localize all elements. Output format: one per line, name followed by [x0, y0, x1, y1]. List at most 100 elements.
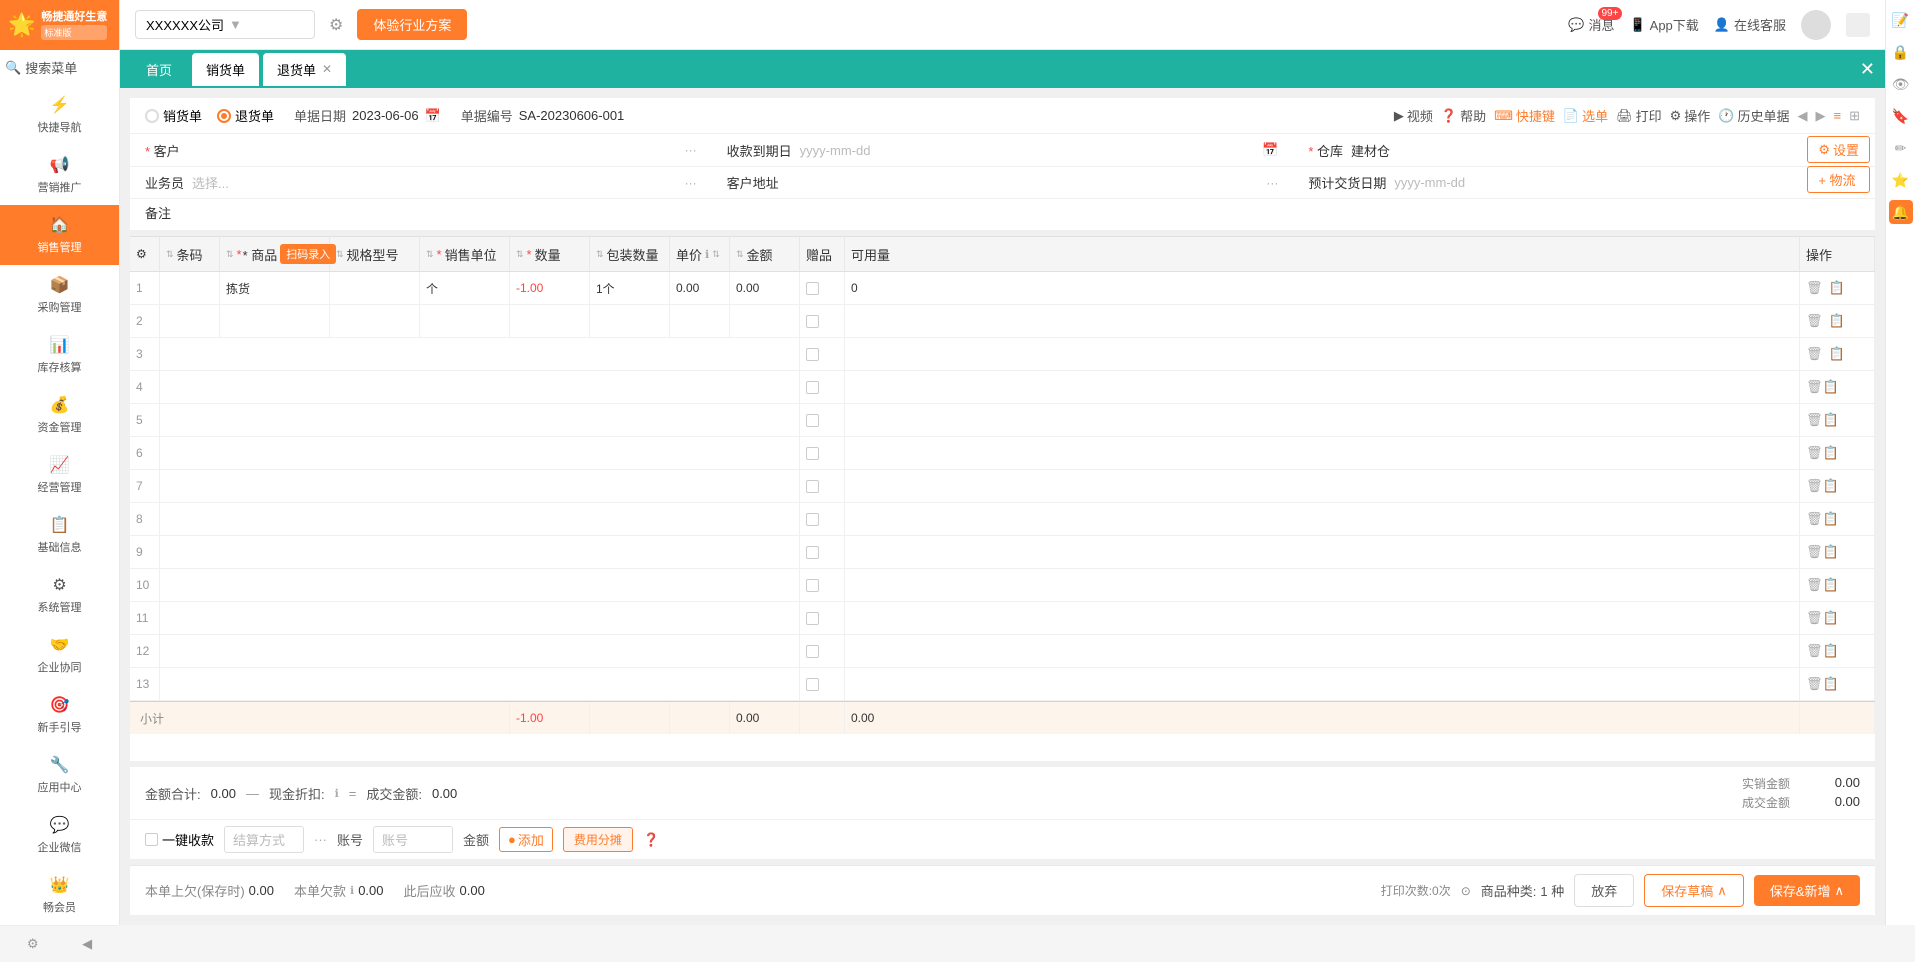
doc-number-value[interactable]: SA-20230606-001 — [519, 108, 625, 123]
help-btn[interactable]: ❓ 帮助 — [1441, 106, 1486, 125]
td-package-qty-1[interactable]: 1个 — [590, 272, 670, 304]
tab-sales[interactable]: 销货单 — [192, 53, 259, 86]
payment-due-input[interactable]: yyyy-mm-dd 📅 — [800, 142, 1279, 158]
td-amount-2[interactable] — [730, 305, 800, 337]
rp-bookmark-icon[interactable]: 🔖 — [1889, 104, 1913, 128]
print-btn[interactable]: 🖨 打印 — [1616, 106, 1662, 125]
sidebar-item-sales[interactable]: 🏠 销售管理 — [0, 205, 119, 265]
sidebar-settings-icon[interactable]: ⚙ — [27, 936, 39, 952]
warehouse-input[interactable]: 建材仓 ··· — [1351, 141, 1860, 160]
settlement-method-input[interactable]: 结算方式 — [224, 826, 304, 853]
td-sales-unit-2[interactable] — [420, 305, 510, 337]
user-avatar-2[interactable] — [1846, 13, 1870, 37]
copy-icon-2[interactable]: 📋 — [1829, 313, 1845, 329]
sidebar-item-basic[interactable]: 📋 基础信息 — [0, 505, 119, 565]
sidebar-item-purchase[interactable]: 📦 采购管理 — [0, 265, 119, 325]
td-product-2[interactable] — [220, 305, 330, 337]
trial-btn[interactable]: 体验行业方案 — [357, 9, 467, 40]
expense-help-icon[interactable]: ❓ — [643, 832, 659, 848]
delete-icon-1[interactable]: 🗑 — [1806, 280, 1823, 296]
delete-icon-3[interactable]: 🗑 — [1806, 346, 1823, 362]
scan-btn[interactable]: 扫码录入 — [280, 244, 336, 264]
sidebar-item-finance[interactable]: 💰 资金管理 — [0, 385, 119, 445]
sidebar-item-operation[interactable]: 📈 经营管理 — [0, 445, 119, 505]
td-quantity-1[interactable]: -1.00 — [510, 272, 590, 304]
unit-price-info-icon[interactable]: ℹ — [705, 248, 709, 261]
td-gift-1[interactable] — [800, 272, 845, 304]
customer-address-input[interactable]: ··· — [787, 176, 1279, 190]
td-amount-1[interactable]: 0.00 — [730, 272, 800, 304]
radio-sales-order[interactable]: 销货单 — [145, 106, 202, 125]
next-record-icon[interactable]: ▶ — [1816, 108, 1826, 124]
td-barcode-2[interactable] — [160, 305, 220, 337]
one-click-payment-checkbox[interactable]: 一键收款 — [145, 830, 214, 849]
rp-edit-icon[interactable]: 📝 — [1889, 8, 1913, 32]
template-btn[interactable]: 📄 选单 — [1563, 106, 1608, 125]
delivery-date-input[interactable]: yyyy-mm-dd 📅 — [1394, 175, 1860, 191]
sidebar-item-appstore[interactable]: 🔧 应用中心 — [0, 745, 119, 805]
sidebar-item-marketing[interactable]: 📢 营销推广 — [0, 145, 119, 205]
delete-icon-2[interactable]: 🗑 — [1806, 313, 1823, 329]
salesperson-dots[interactable]: ··· — [685, 176, 697, 190]
logistics-btn[interactable]: + 物流 — [1807, 166, 1870, 193]
td-product-1[interactable]: 拣货 — [220, 272, 330, 304]
gift-checkbox-3[interactable] — [806, 348, 819, 361]
sidebar-collapse-icon[interactable]: ◀ — [82, 936, 92, 952]
goods-type-radio-icon[interactable]: ⊙ — [1461, 884, 1471, 898]
gift-checkbox-2[interactable] — [806, 315, 819, 328]
grid-view-icon[interactable]: ⊞ — [1849, 108, 1860, 124]
settlement-dots[interactable]: ··· — [314, 832, 327, 847]
td-unit-price-2[interactable] — [670, 305, 730, 337]
video-btn[interactable]: ▶ 视频 — [1394, 106, 1433, 125]
td-package-qty-2[interactable] — [590, 305, 670, 337]
settings-gear-icon[interactable]: ⚙ — [325, 11, 347, 39]
tab-home[interactable]: 首页 — [130, 52, 188, 87]
td-barcode-1[interactable] — [160, 272, 220, 304]
copy-icon-1[interactable]: 📋 — [1829, 280, 1845, 296]
cash-discount-info-icon[interactable]: ℹ — [335, 787, 339, 800]
tab-close-icon[interactable]: ✕ — [322, 62, 332, 76]
search-menu[interactable]: 🔍 搜索菜单 — [0, 50, 119, 85]
rp-star-icon[interactable]: ⭐ — [1889, 168, 1913, 192]
salesperson-input[interactable]: 选择... ··· — [192, 173, 697, 192]
td-quantity-2[interactable] — [510, 305, 590, 337]
payment-cb[interactable] — [145, 833, 158, 846]
sidebar-item-system[interactable]: ⚙ 系统管理 — [0, 565, 119, 625]
online-service-btn[interactable]: 👤 在线客服 — [1714, 15, 1786, 34]
td-unit-price-1[interactable]: 0.00 — [670, 272, 730, 304]
app-download-btn[interactable]: 📱 App下载 — [1629, 15, 1698, 34]
user-avatar[interactable] — [1801, 10, 1831, 40]
tabbar-close-btn[interactable]: ✕ — [1860, 59, 1875, 80]
setup-btn[interactable]: ⚙ 设置 — [1807, 136, 1870, 163]
sidebar-item-guide[interactable]: 🎯 新手引导 — [0, 685, 119, 745]
td-empty-3[interactable] — [160, 338, 800, 370]
rp-eye-icon[interactable]: 👁 — [1889, 72, 1913, 96]
gift-checkbox-1[interactable] — [806, 282, 819, 295]
save-new-btn[interactable]: 保存&新增 ∧ — [1754, 875, 1860, 906]
td-gift-3[interactable] — [800, 338, 845, 370]
doc-date-value[interactable]: 2023-06-06 — [352, 108, 419, 123]
add-btn[interactable]: ● 添加 — [499, 827, 553, 852]
td-sales-unit-1[interactable]: 个 — [420, 272, 510, 304]
prev-record-icon[interactable]: ◀ — [1798, 108, 1808, 124]
customer-input[interactable]: ··· — [188, 140, 697, 160]
expense-split-btn[interactable]: 费用分摊 — [563, 827, 633, 852]
tab-return[interactable]: 退货单 ✕ — [263, 53, 346, 86]
sidebar-item-wechat[interactable]: 💬 企业微信 — [0, 805, 119, 865]
history-btn[interactable]: 🕐 历史单据 — [1718, 106, 1789, 125]
customer-dots[interactable]: ··· — [685, 143, 697, 157]
sidebar-item-quick-nav[interactable]: ⚡ 快捷导航 — [0, 85, 119, 145]
discard-btn[interactable]: 放弃 — [1574, 874, 1634, 907]
rp-pencil-icon[interactable]: ✏ — [1889, 136, 1913, 160]
td-spec-1[interactable] — [330, 272, 420, 304]
radio-return-order[interactable]: 退货单 — [217, 106, 274, 125]
sidebar-item-collab[interactable]: 🤝 企业协同 — [0, 625, 119, 685]
list-view-icon[interactable]: ≡ — [1834, 108, 1842, 123]
company-selector[interactable]: XXXXXX公司 ▼ — [135, 10, 315, 39]
calendar2-icon[interactable]: 📅 — [1262, 142, 1278, 158]
td-spec-2[interactable] — [330, 305, 420, 337]
calendar-icon[interactable]: 📅 — [425, 108, 441, 124]
shortcut-btn[interactable]: ⌨ 快捷键 — [1494, 106, 1555, 125]
th-settings[interactable]: ⚙ — [130, 237, 160, 271]
bank-account-input[interactable]: 账号 — [373, 826, 453, 853]
